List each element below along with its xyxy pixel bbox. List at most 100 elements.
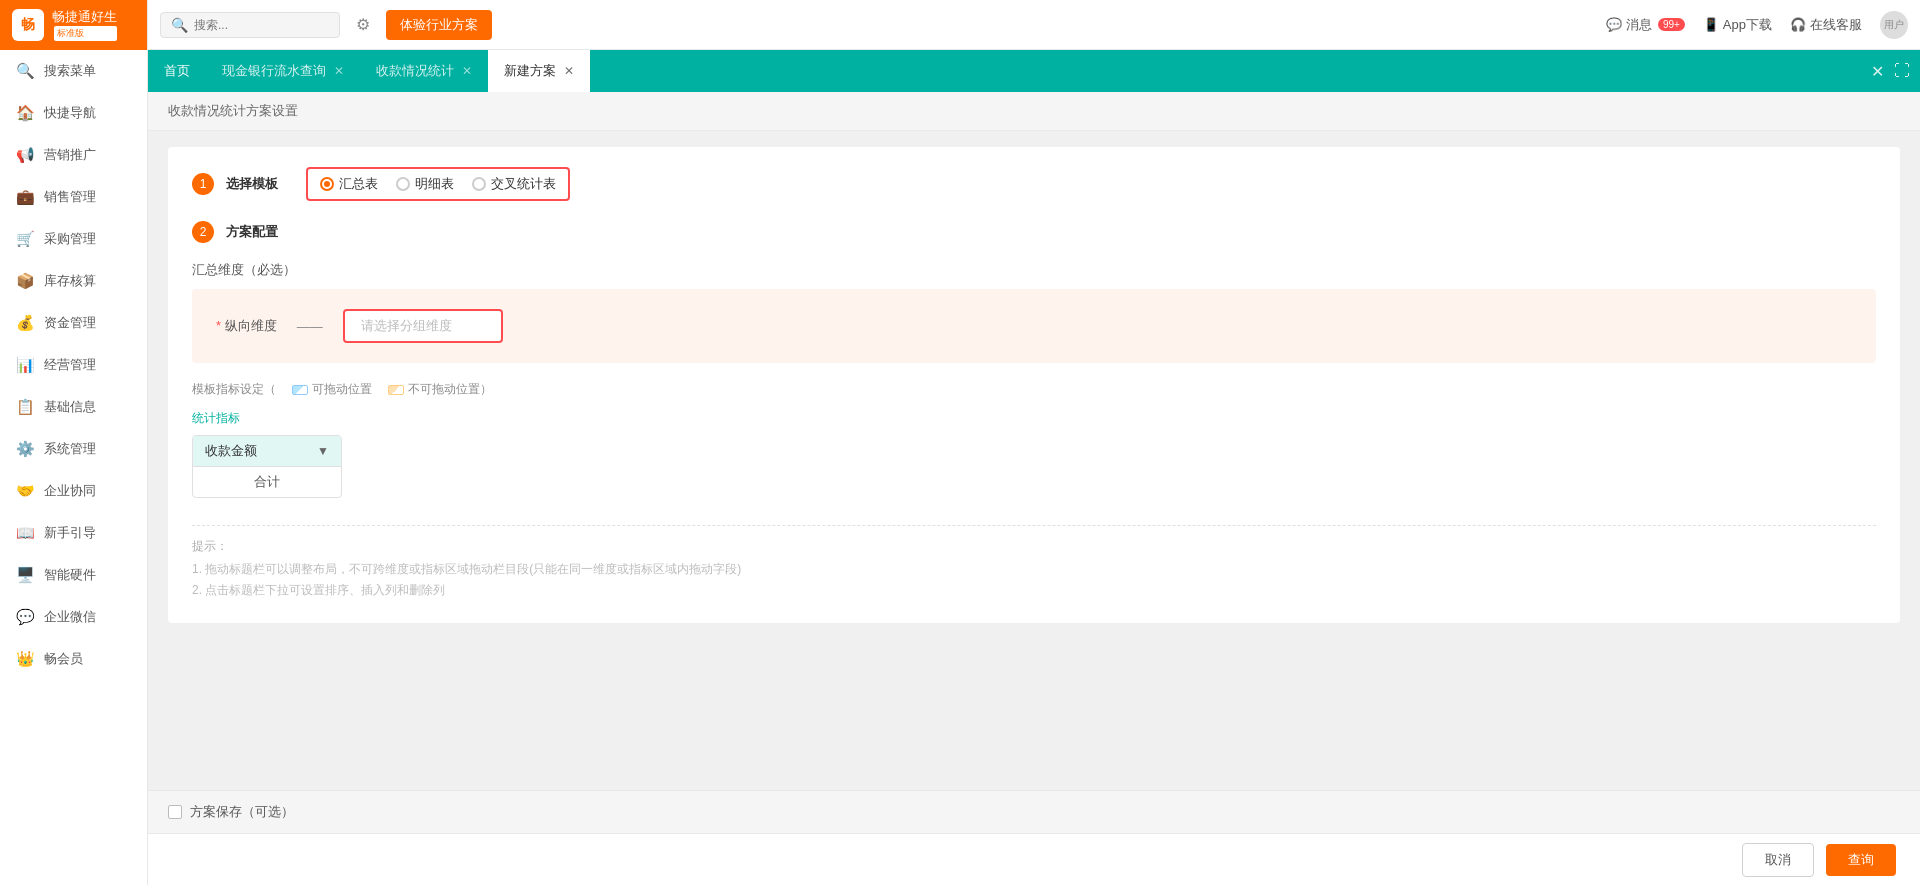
- radio-summary[interactable]: 汇总表: [320, 175, 378, 193]
- metric-section-label: 统计指标: [192, 410, 1876, 427]
- operation-icon: 📊: [16, 356, 34, 374]
- sidebar-item-marketing[interactable]: 📢 营销推广: [0, 134, 147, 176]
- finance-icon: 💰: [16, 314, 34, 332]
- gear-icon[interactable]: ⚙: [356, 15, 370, 34]
- hint-movable: 可拖动位置: [292, 381, 372, 398]
- sidebar-item-label: 企业微信: [44, 608, 96, 626]
- tab-close-icon[interactable]: ✕: [564, 64, 574, 78]
- sidebar-item-hardware[interactable]: 🖥️ 智能硬件: [0, 554, 147, 596]
- metric-section: 模板指标设定（ 可拖动位置 不可拖动位置） 统计指标: [192, 381, 1876, 501]
- sidebar-item-finance[interactable]: 💰 资金管理: [0, 302, 147, 344]
- radio-cross-label: 交叉统计表: [491, 175, 556, 193]
- user-avatar[interactable]: 用户: [1880, 11, 1908, 39]
- messages-label: 消息: [1626, 16, 1652, 34]
- step2-section: 2 方案配置 汇总维度（必选） * 纵向维度 —— 请选择分组维度: [192, 221, 1876, 599]
- dimension-picker[interactable]: 请选择分组维度: [343, 309, 503, 343]
- tabbar: 首页 现金银行流水查询 ✕ 收款情况统计 ✕ 新建方案 ✕ ✕ ⛶: [148, 50, 1920, 92]
- dimension-box: * 纵向维度 —— 请选择分组维度: [192, 289, 1876, 363]
- wechat-icon: 💬: [16, 608, 34, 626]
- metric-table: 收款金额 ▼ 合计: [192, 435, 342, 498]
- step2-label: 方案配置: [226, 223, 278, 241]
- radio-circle-detail: [396, 177, 410, 191]
- sidebar-item-search[interactable]: 🔍 搜索菜单: [0, 50, 147, 92]
- footer-bar: 取消 查询: [148, 833, 1920, 885]
- messages-button[interactable]: 💬 消息 99+: [1606, 16, 1685, 34]
- logo-text: 畅捷通好生: [52, 9, 117, 26]
- metric-section-title: 模板指标设定（: [192, 381, 276, 398]
- search-input[interactable]: [194, 18, 314, 32]
- tab-close-icon[interactable]: ✕: [462, 64, 472, 78]
- tab-receipt-stats[interactable]: 收款情况统计 ✕: [360, 50, 488, 92]
- online-service-button[interactable]: 🎧 在线客服: [1790, 16, 1862, 34]
- sidebar-item-purchase[interactable]: 🛒 采购管理: [0, 218, 147, 260]
- tab-cash-flow-label: 现金银行流水查询: [222, 62, 326, 80]
- marketing-icon: 📢: [16, 146, 34, 164]
- sidebar-item-label: 营销推广: [44, 146, 96, 164]
- app-download-button[interactable]: 📱 App下载: [1703, 16, 1772, 34]
- radio-detail[interactable]: 明细表: [396, 175, 454, 193]
- query-button[interactable]: 查询: [1826, 844, 1896, 876]
- basic-icon: 📋: [16, 398, 34, 416]
- sidebar-item-label: 企业协同: [44, 482, 96, 500]
- sidebar-item-member[interactable]: 👑 畅会员: [0, 638, 147, 680]
- template-selector: 汇总表 明细表 交叉统计表: [306, 167, 570, 201]
- radio-circle-summary: [320, 177, 334, 191]
- sidebar-item-label: 库存核算: [44, 272, 96, 290]
- sidebar-item-wechat[interactable]: 💬 企业微信: [0, 596, 147, 638]
- page-body: 1 选择模板 汇总表 明细表: [148, 131, 1920, 790]
- tab-cash-flow[interactable]: 现金银行流水查询 ✕: [206, 50, 360, 92]
- topbar: 🔍 ⚙ 体验行业方案 💬 消息 99+ 📱 App下载 🎧 在线客服 用户: [148, 0, 1920, 50]
- tips-title: 提示：: [192, 538, 1876, 555]
- sidebar-item-inventory[interactable]: 📦 库存核算: [0, 260, 147, 302]
- metric-hint-row: 模板指标设定（ 可拖动位置 不可拖动位置）: [192, 381, 1876, 398]
- tab-home[interactable]: 首页: [148, 50, 206, 92]
- sidebar-item-label: 系统管理: [44, 440, 96, 458]
- section-card: 1 选择模板 汇总表 明细表: [168, 147, 1900, 623]
- tips-item-1: 1. 拖动标题栏可以调整布局，不可跨维度或指标区域拖动栏目段(只能在同一维度或指…: [192, 561, 1876, 578]
- search-icon: 🔍: [171, 17, 188, 33]
- close-window-icon[interactable]: ✕: [1871, 62, 1884, 81]
- radio-cross[interactable]: 交叉统计表: [472, 175, 556, 193]
- maximize-icon[interactable]: ⛶: [1894, 62, 1910, 80]
- sidebar-nav: 🔍 搜索菜单 🏠 快捷导航 📢 营销推广 💼 销售管理 🛒 采购管理 📦 库存核…: [0, 50, 147, 885]
- save-option-checkbox[interactable]: [168, 805, 182, 819]
- sidebar-item-operation[interactable]: 📊 经营管理: [0, 344, 147, 386]
- download-icon: 📱: [1703, 17, 1719, 32]
- sidebar-item-label: 经营管理: [44, 356, 96, 374]
- sidebar-item-guide[interactable]: 📖 新手引导: [0, 512, 147, 554]
- page-title: 收款情况统计方案设置: [168, 103, 298, 118]
- radio-inner-summary: [324, 181, 330, 187]
- cancel-button[interactable]: 取消: [1742, 843, 1814, 877]
- tab-close-icon[interactable]: ✕: [334, 64, 344, 78]
- topbar-search-box[interactable]: 🔍: [160, 12, 340, 38]
- hint-fixed-label: 不可拖动位置）: [408, 381, 492, 398]
- metric-header[interactable]: 收款金额 ▼: [193, 436, 341, 467]
- topbar-right: 💬 消息 99+ 📱 App下载 🎧 在线客服 用户: [1606, 11, 1908, 39]
- sidebar-item-basic[interactable]: 📋 基础信息: [0, 386, 147, 428]
- user-text: 用户: [1884, 18, 1904, 32]
- hardware-icon: 🖥️: [16, 566, 34, 584]
- dimension-row: * 纵向维度 —— 请选择分组维度: [216, 309, 1852, 343]
- content-area: 收款情况统计方案设置 1 选择模板 汇总表: [148, 92, 1920, 833]
- sidebar-item-nav[interactable]: 🏠 快捷导航: [0, 92, 147, 134]
- step1-row: 1 选择模板 汇总表 明细表: [192, 167, 1876, 201]
- metric-cell-total: 合计: [193, 467, 341, 497]
- tab-home-label: 首页: [164, 62, 190, 80]
- sidebar-item-label: 畅会员: [44, 650, 83, 668]
- sidebar-item-label: 销售管理: [44, 188, 96, 206]
- radio-summary-label: 汇总表: [339, 175, 378, 193]
- member-icon: 👑: [16, 650, 34, 668]
- sidebar-item-enterprise[interactable]: 🤝 企业协同: [0, 470, 147, 512]
- logo-badge: 标准版: [54, 26, 117, 41]
- home-icon: 🏠: [16, 104, 34, 122]
- hint-dot-movable: [292, 385, 308, 395]
- industry-solution-button[interactable]: 体验行业方案: [386, 10, 492, 40]
- service-icon: 🎧: [1790, 17, 1806, 32]
- sidebar-item-sales[interactable]: 💼 销售管理: [0, 176, 147, 218]
- sidebar-item-label: 采购管理: [44, 230, 96, 248]
- step2-badge: 2: [192, 221, 214, 243]
- sidebar-item-system[interactable]: ⚙️ 系统管理: [0, 428, 147, 470]
- tabbar-actions: ✕ ⛶: [1871, 62, 1920, 81]
- tab-new-plan[interactable]: 新建方案 ✕: [488, 50, 590, 92]
- message-icon: 💬: [1606, 17, 1622, 32]
